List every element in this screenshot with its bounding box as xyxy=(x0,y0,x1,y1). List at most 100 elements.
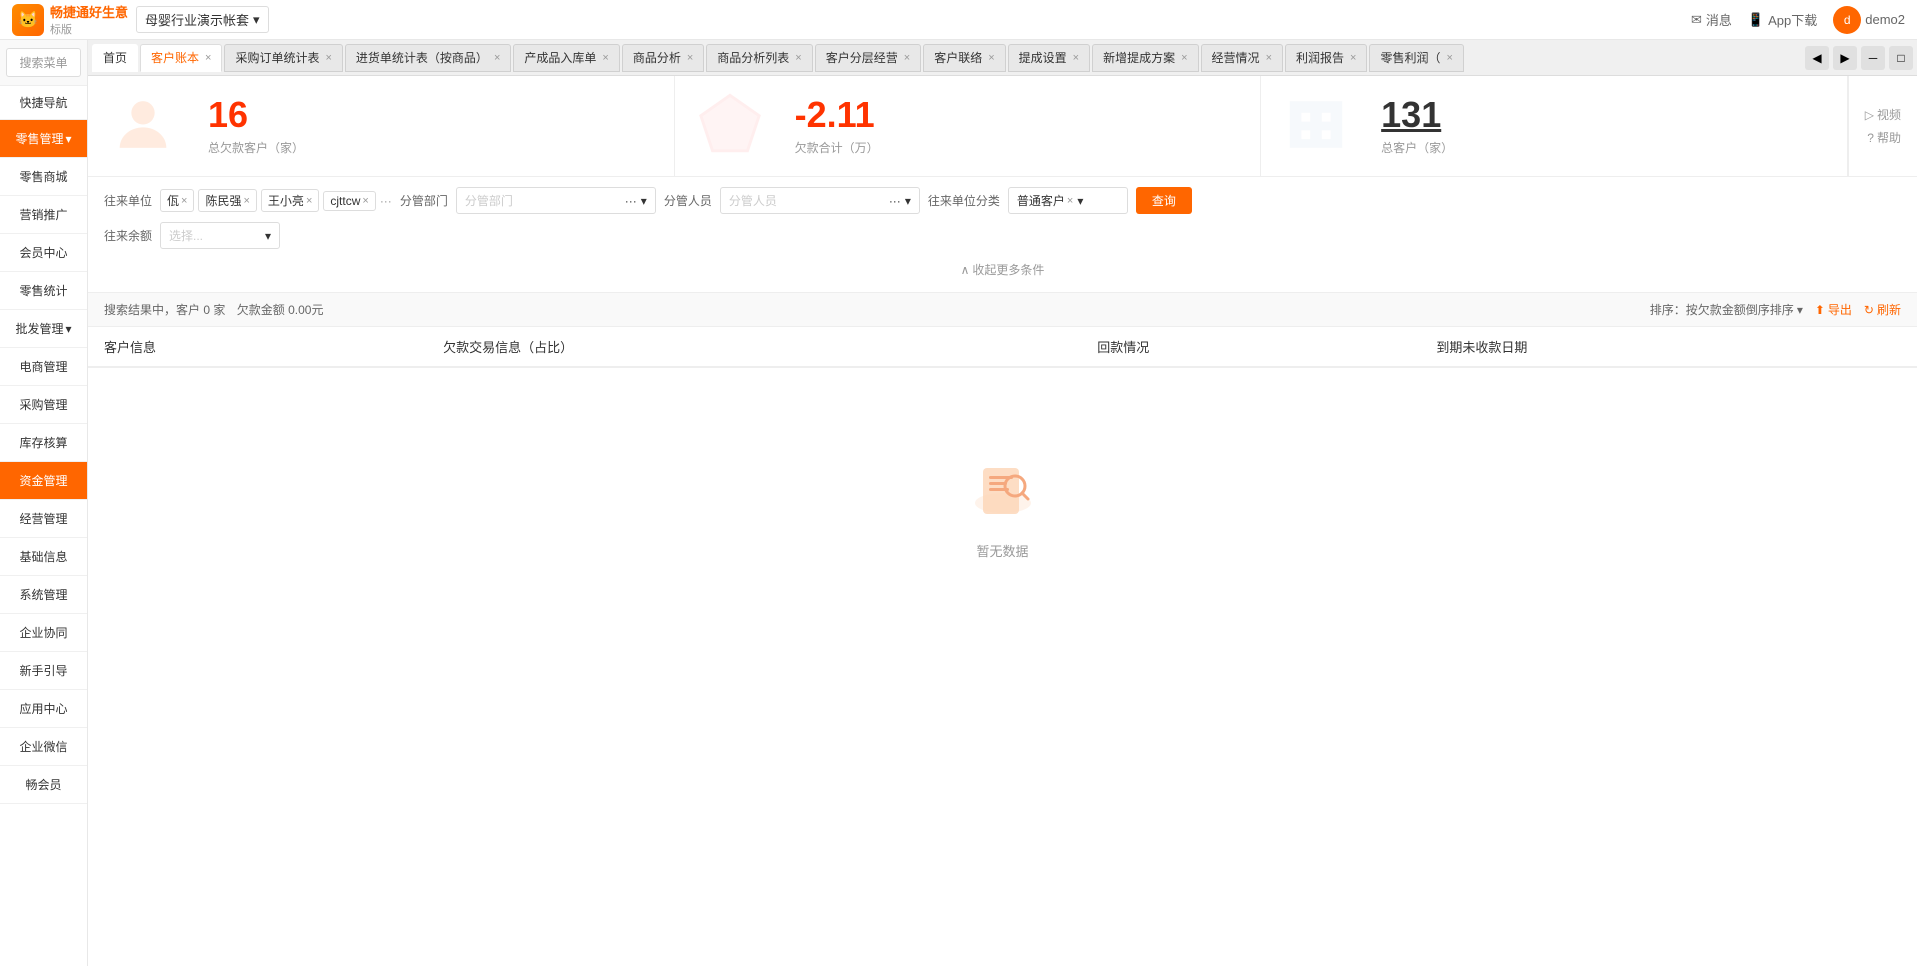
user-menu[interactable]: d demo2 xyxy=(1833,6,1905,34)
more-icon: ··· xyxy=(889,194,901,208)
sidebar-item-purchase[interactable]: 采购管理 xyxy=(0,386,87,424)
sidebar-item-enterprise[interactable]: 企业协同 xyxy=(0,614,87,652)
filter-category-select[interactable]: 普通客户 × ▾ xyxy=(1008,187,1128,214)
sidebar-item-operations[interactable]: 经营管理 xyxy=(0,500,87,538)
sidebar-item-newbie[interactable]: 新手引导 xyxy=(0,652,87,690)
tab-customer-layer[interactable]: 客户分层经营 × xyxy=(815,44,921,72)
video-link[interactable]: ▷ 视频 xyxy=(1865,106,1901,123)
search-button[interactable]: 查询 xyxy=(1136,187,1192,214)
messages-button[interactable]: ✉ 消息 xyxy=(1691,10,1732,29)
logo-area: 🐱 畅捷通好生意 标版 xyxy=(12,2,128,37)
tab-purchase-order-stats[interactable]: 采购订单统计表 × xyxy=(224,44,342,72)
content-area: 首页 客户账本 × 采购订单统计表 × 进货单统计表（按商品） × 产成品入库单… xyxy=(88,40,1917,966)
stats-row: 16 总欠款客户（家） -2.11 欠款合计（万） xyxy=(88,76,1917,177)
chevron-down-icon: ▾ xyxy=(641,194,647,208)
sidebar-item-retail-stats[interactable]: 零售统计 xyxy=(0,272,87,310)
close-icon[interactable]: × xyxy=(1266,52,1272,64)
tab-scroll-left[interactable]: ◀ xyxy=(1805,46,1829,70)
remove-tag-wang[interactable]: × xyxy=(306,195,312,207)
col-due-date: 到期未收款日期 xyxy=(1420,327,1917,367)
sidebar-item-inventory[interactable]: 库存核算 xyxy=(0,424,87,462)
avatar: d xyxy=(1833,6,1861,34)
tab-commission-settings[interactable]: 提成设置 × xyxy=(1008,44,1090,72)
sidebar-item-vip[interactable]: 畅会员 xyxy=(0,766,87,804)
main-layout: 搜索菜单 快捷导航 零售管理 ▾ 零售商城 营销推广 会员中心 零售统计 批发管… xyxy=(0,40,1917,966)
tab-maximize[interactable]: □ xyxy=(1889,46,1913,70)
filter-separator: ∧ 收起更多条件 xyxy=(104,257,1901,282)
filter-tag-chen: 陈民强 × xyxy=(198,189,256,212)
tab-home[interactable]: 首页 xyxy=(92,44,138,72)
more-tags-button[interactable]: ··· xyxy=(380,194,392,208)
page-content: 16 总欠款客户（家） -2.11 欠款合计（万） xyxy=(88,76,1917,966)
quick-nav-button[interactable]: 快捷导航 xyxy=(0,86,87,120)
close-icon[interactable]: × xyxy=(1350,52,1356,64)
sidebar-item-wechat[interactable]: 企业微信 xyxy=(0,728,87,766)
tab-controls: ◀ ▶ ─ □ xyxy=(1805,46,1913,70)
tab-add-commission[interactable]: 新增提成方案 × xyxy=(1092,44,1198,72)
close-icon[interactable]: × xyxy=(205,52,211,64)
filter-person-select[interactable]: 分管人员 ··· ▾ xyxy=(720,187,920,214)
remove-tag-wa[interactable]: × xyxy=(181,195,187,207)
sidebar-item-basic-info[interactable]: 基础信息 xyxy=(0,538,87,576)
stat-bg-icon-building xyxy=(1281,90,1351,163)
search-menu-button[interactable]: 搜索菜单 xyxy=(6,48,81,77)
empty-state: 暂无数据 xyxy=(88,368,1917,640)
stat-card-customers: 16 总欠款客户（家） xyxy=(88,76,675,176)
app-download-button[interactable]: 📱 App下载 xyxy=(1748,10,1817,29)
close-icon[interactable]: × xyxy=(1073,52,1079,64)
refresh-button[interactable]: ↻ 刷新 xyxy=(1864,301,1901,318)
sidebar-item-retail-management[interactable]: 零售管理 ▾ xyxy=(0,120,87,158)
sidebar-item-ecommerce[interactable]: 电商管理 xyxy=(0,348,87,386)
filter-balance-select[interactable]: 选择... ▾ xyxy=(160,222,280,249)
sidebar: 搜索菜单 快捷导航 零售管理 ▾ 零售商城 营销推广 会员中心 零售统计 批发管… xyxy=(0,40,88,966)
logo-text: 畅捷通好生意 标版 xyxy=(50,2,128,37)
tab-minimize[interactable]: ─ xyxy=(1861,46,1885,70)
close-icon[interactable]: × xyxy=(988,52,994,64)
close-icon[interactable]: × xyxy=(795,52,801,64)
export-icon: ⬆ xyxy=(1815,303,1825,317)
sidebar-item-member-center[interactable]: 会员中心 xyxy=(0,234,87,272)
tab-business-overview[interactable]: 经营情况 × xyxy=(1201,44,1283,72)
tab-customer-ledger[interactable]: 客户账本 × xyxy=(140,44,222,72)
export-button[interactable]: ⬆ 导出 xyxy=(1815,301,1852,318)
close-icon[interactable]: × xyxy=(494,52,500,64)
help-link[interactable]: ? 帮助 xyxy=(1867,129,1901,146)
company-selector[interactable]: 母婴行业演示帐套 ▾ xyxy=(136,6,269,33)
sort-selector[interactable]: 排序：按欠款金额倒序排序 ▾ xyxy=(1650,301,1803,318)
download-icon: 📱 xyxy=(1748,12,1764,28)
stat-bg-icon-diamond xyxy=(695,90,765,163)
tab-product-analysis-list[interactable]: 商品分析列表 × xyxy=(706,44,812,72)
sidebar-item-app-center[interactable]: 应用中心 xyxy=(0,690,87,728)
close-icon[interactable]: × xyxy=(1181,52,1187,64)
tab-inbound-stats[interactable]: 进货单统计表（按商品） × xyxy=(345,44,511,72)
remove-tag-normal[interactable]: × xyxy=(1067,195,1073,207)
close-icon[interactable]: × xyxy=(1446,52,1452,64)
sidebar-item-finance[interactable]: 资金管理 xyxy=(0,462,87,500)
sidebar-item-retail-mall[interactable]: 零售商城 xyxy=(0,158,87,196)
sidebar-item-marketing[interactable]: 营销推广 xyxy=(0,196,87,234)
sidebar-item-system[interactable]: 系统管理 xyxy=(0,576,87,614)
tab-product-analysis[interactable]: 商品分析 × xyxy=(622,44,704,72)
filter-section: 往来单位 佤 × 陈民强 × 王小亮 xyxy=(88,177,1917,293)
remove-tag-cj[interactable]: × xyxy=(362,195,368,207)
chevron-down-icon: ▾ xyxy=(905,194,911,208)
sidebar-item-wholesale[interactable]: 批发管理 ▾ xyxy=(0,310,87,348)
remove-tag-chen[interactable]: × xyxy=(243,195,249,207)
top-bar-left: 🐱 畅捷通好生意 标版 母婴行业演示帐套 ▾ xyxy=(12,2,269,37)
stat-label-total: 总客户（家） xyxy=(1381,139,1453,156)
data-table: 客户信息 欠款交易信息（占比） 回款情况 到期未收款日期 xyxy=(88,327,1917,368)
close-icon[interactable]: × xyxy=(687,52,693,64)
close-icon[interactable]: × xyxy=(325,52,331,64)
filter-dept-select[interactable]: 分管部门 ··· ▾ xyxy=(456,187,656,214)
tab-product-inbound[interactable]: 产成品入库单 × xyxy=(513,44,619,72)
close-icon[interactable]: × xyxy=(602,52,608,64)
tab-profit-report[interactable]: 利润报告 × xyxy=(1285,44,1367,72)
result-bar: 搜索结果中，客户 0 家 欠款金额 0.00元 排序：按欠款金额倒序排序 ▾ ⬆ xyxy=(88,293,1917,327)
collapse-filter-button[interactable]: ∧ 收起更多条件 xyxy=(961,261,1045,278)
tab-retail-profit[interactable]: 零售利润（ × xyxy=(1369,44,1463,72)
filter-tag-wa: 佤 × xyxy=(160,189,194,212)
tab-scroll-right[interactable]: ▶ xyxy=(1833,46,1857,70)
tab-customer-contact[interactable]: 客户联络 × xyxy=(923,44,1005,72)
filter-tag-wang: 王小亮 × xyxy=(261,189,319,212)
close-icon[interactable]: × xyxy=(904,52,910,64)
